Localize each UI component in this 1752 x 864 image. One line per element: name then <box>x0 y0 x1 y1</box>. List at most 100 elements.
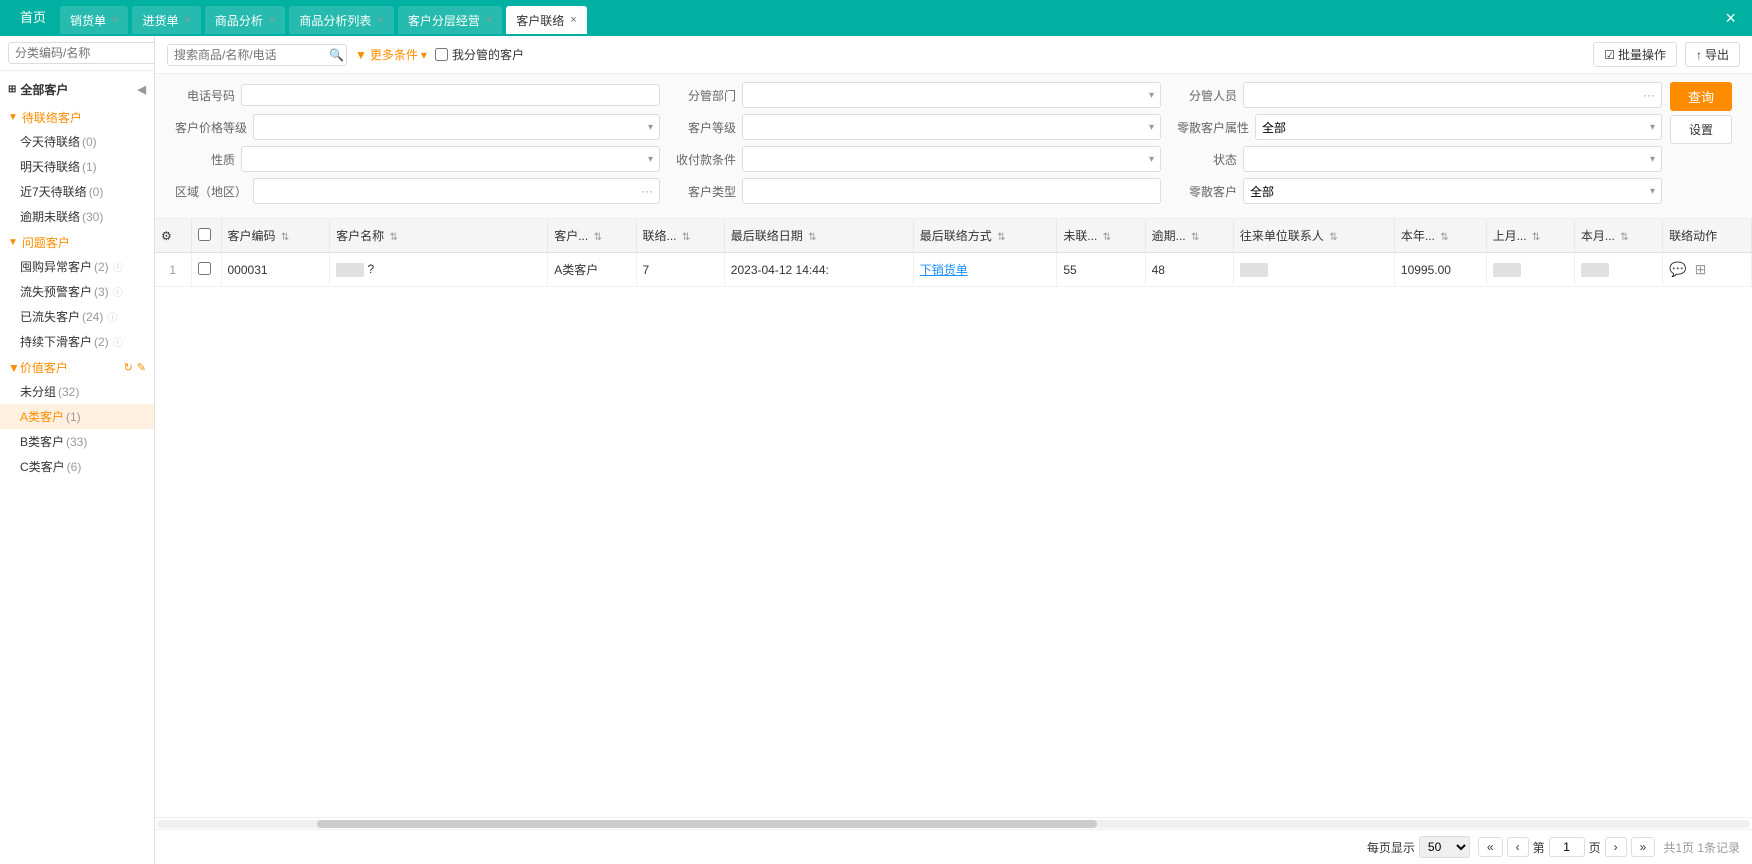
sidebar-group-problem[interactable]: ▼ 问题客户 <box>0 229 154 254</box>
sidebar-item-today[interactable]: 今天待联络 (0) <box>0 129 154 154</box>
query-button[interactable]: 查询 <box>1670 82 1732 111</box>
grade-select[interactable]: ▾ <box>742 114 1161 140</box>
customer-code: 000031 <box>221 253 330 287</box>
sidebar-all-customers[interactable]: ⊞ 全部客户 ◀ <box>0 75 154 104</box>
filter-my-customers[interactable]: 我分管的客户 <box>435 46 524 63</box>
nav-tab-1[interactable]: 进货单 × <box>132 6 200 34</box>
close-tab-2[interactable]: × <box>269 14 275 26</box>
first-page-btn[interactable]: « <box>1478 837 1503 857</box>
scatter-label: 零散客户 <box>1177 183 1237 200</box>
price-grade-select[interactable]: ▾ <box>253 114 660 140</box>
top-nav: 首页 销货单 × 进货单 × 商品分析 × 商品分析列表 × 客户分层经营 × … <box>0 0 1752 36</box>
nav-tab-2[interactable]: 商品分析 × <box>205 6 285 34</box>
chevron-down-icon-payment: ▾ <box>1149 154 1154 165</box>
sidebar-item-c-class[interactable]: C类客户 (6) <box>0 454 154 479</box>
nature-label: 性质 <box>175 151 235 168</box>
sidebar-item-tomorrow[interactable]: 明天待联络 (1) <box>0 154 154 179</box>
export-icon: ↑ <box>1696 48 1702 62</box>
person-select[interactable]: ··· <box>1243 82 1662 108</box>
nature-select[interactable]: ▾ <box>241 146 660 172</box>
th-this-year: 本年... ⇅ <box>1394 219 1486 253</box>
nav-tab-4[interactable]: 客户分层经营 × <box>398 6 502 34</box>
sidebar-item-b-class[interactable]: B类客户 (33) <box>0 429 154 454</box>
contact-gray-box <box>1240 263 1268 277</box>
filter-cell-region: 区域（地区） ··· <box>167 178 668 204</box>
dept-select[interactable]: ▾ <box>742 82 1161 108</box>
scatter-attr-select[interactable]: 全部 ▾ <box>1255 114 1662 140</box>
sort-icon-uc: ⇅ <box>1329 232 1337 243</box>
th-settings[interactable]: ⚙ <box>155 219 191 253</box>
page-number-input[interactable] <box>1549 837 1585 857</box>
type-select[interactable] <box>742 178 1161 204</box>
scatter-select[interactable]: 全部 ▾ <box>1243 178 1662 204</box>
filter-search-input[interactable] <box>174 48 329 62</box>
close-tab-5[interactable]: × <box>570 14 576 26</box>
th-name: 客户名称 ⇅ <box>330 219 548 253</box>
next-page-btn[interactable]: › <box>1605 837 1627 857</box>
sidebar-item-overdue[interactable]: 逾期未联络 (30) <box>0 204 154 229</box>
th-checkbox[interactable] <box>191 219 221 253</box>
sidebar-item-7days[interactable]: 近7天待联络 (0) <box>0 179 154 204</box>
settings-icon[interactable]: ⚙ <box>161 229 172 243</box>
sort-icon-lm: ⇅ <box>1532 232 1540 243</box>
filter-cell-type: 客户类型 <box>668 178 1169 204</box>
scrollbar-thumb[interactable] <box>317 820 1097 828</box>
grade-label: 客户等级 <box>676 119 736 136</box>
chevron-down-icon-status: ▾ <box>1650 154 1655 165</box>
prev-page-btn[interactable]: ‹ <box>1507 837 1529 857</box>
sidebar-search-area: 🔍 <box>0 36 154 71</box>
row-checkbox-cell[interactable] <box>191 253 221 287</box>
refresh-icon[interactable]: ↻ <box>124 361 133 374</box>
link-icon[interactable]: ⊞ <box>1695 261 1707 278</box>
horizontal-scrollbar[interactable] <box>155 817 1752 829</box>
customer-name[interactable]: ? <box>330 253 548 287</box>
th-overdue: 逾期... ⇅ <box>1145 219 1233 253</box>
nav-tab-5[interactable]: 客户联络 × <box>506 6 586 34</box>
th-actions: 联络动作 <box>1663 219 1752 253</box>
sidebar-item-decline[interactable]: 持续下滑客户 (2) ⓘ <box>0 329 154 354</box>
nav-home[interactable]: 首页 <box>8 0 58 36</box>
sidebar-item-a-class[interactable]: A类客户 (1) <box>0 404 154 429</box>
select-all-checkbox[interactable] <box>198 228 211 241</box>
sort-icon-date: ⇅ <box>808 232 816 243</box>
last-page-btn[interactable]: » <box>1631 837 1656 857</box>
sidebar-item-unclassified[interactable]: 未分组 (32) <box>0 379 154 404</box>
sidebar-item-hoard[interactable]: 囤购异常客户 (2) ⓘ <box>0 254 154 279</box>
my-customers-checkbox[interactable] <box>435 48 448 61</box>
export-button[interactable]: ↑ 导出 <box>1685 42 1740 67</box>
filter-search-icon[interactable]: 🔍 <box>329 48 344 62</box>
collapse-sidebar-btn[interactable]: ◀ <box>138 83 146 96</box>
nav-tab-3[interactable]: 商品分析列表 × <box>289 6 393 34</box>
th-level: 客户... ⇅ <box>548 219 636 253</box>
phone-input[interactable] <box>241 84 660 106</box>
sidebar-item-lost[interactable]: 已流失客户 (24) ⓘ <box>0 304 154 329</box>
per-page-select[interactable]: 50 100 <box>1419 836 1470 858</box>
sort-icon-level: ⇅ <box>594 232 602 243</box>
close-tab-3[interactable]: × <box>377 14 383 26</box>
close-tab-1[interactable]: × <box>184 14 190 26</box>
scatter-attr-label: 零散客户属性 <box>1177 119 1249 136</box>
region-select[interactable]: ··· <box>253 178 660 204</box>
sidebar-group-pending[interactable]: ▼ 待联络客户 <box>0 104 154 129</box>
row-checkbox[interactable] <box>198 262 211 275</box>
batch-op-button[interactable]: ☑ 批量操作 <box>1593 42 1677 67</box>
close-tab-0[interactable]: × <box>112 14 118 26</box>
last-contact-method[interactable]: 下销货单 <box>913 253 1057 287</box>
type-label: 客户类型 <box>676 183 736 200</box>
filter-cell-grade: 客户等级 ▾ <box>668 114 1169 140</box>
close-tab-4[interactable]: × <box>486 14 492 26</box>
close-all-btn[interactable]: × <box>1717 8 1744 29</box>
filter-row-1: 电话号码 分管部门 ▾ 分管人员 ··· <box>167 82 1670 108</box>
filter-more-btn[interactable]: ▼ 更多条件 ▾ <box>355 46 427 63</box>
edit-icon[interactable]: ✎ <box>137 361 146 374</box>
nav-tab-0[interactable]: 销货单 × <box>60 6 128 34</box>
payment-select[interactable]: ▾ <box>742 146 1161 172</box>
sidebar-search-input[interactable] <box>8 42 155 64</box>
sidebar-item-warn[interactable]: 流失预警客户 (3) ⓘ <box>0 279 154 304</box>
settings-button[interactable]: 设置 <box>1670 115 1732 144</box>
filter-icon: ▼ <box>355 48 367 62</box>
chat-icon[interactable]: 💬 <box>1669 261 1686 278</box>
status-select[interactable]: ▾ <box>1243 146 1662 172</box>
sidebar-group-value[interactable]: ▼ 价值客户 ↻ ✎ <box>0 354 154 379</box>
chevron-down-icon-nature: ▾ <box>648 154 653 165</box>
